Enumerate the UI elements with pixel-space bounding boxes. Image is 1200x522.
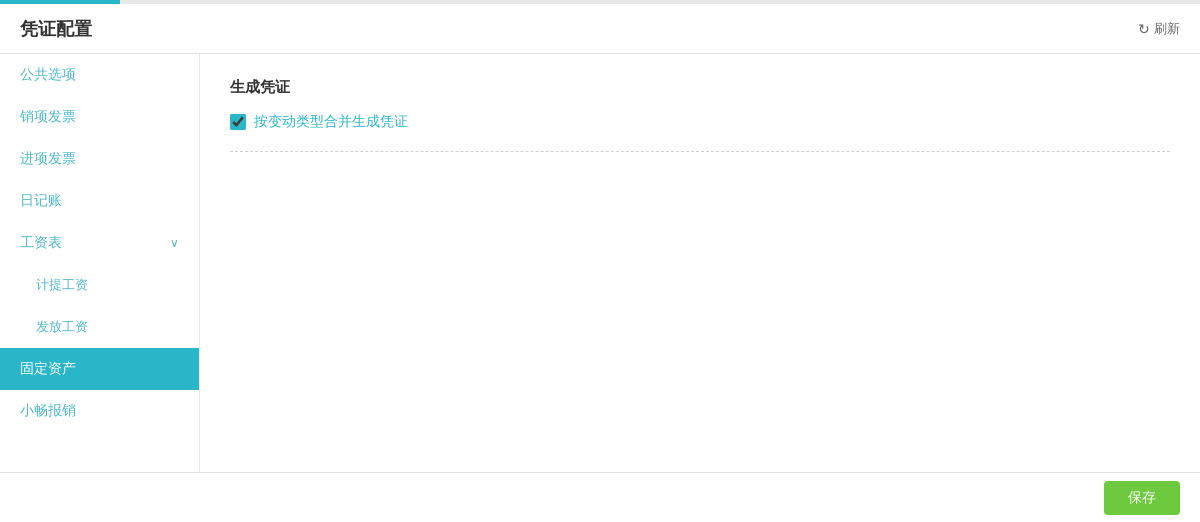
sidebar-item-label: 发放工资 — [36, 318, 88, 336]
sidebar-item-payroll-distribute[interactable]: 发放工资 — [0, 306, 199, 348]
sidebar-item-purchase-invoice[interactable]: 进项发票 — [0, 138, 199, 180]
footer: 保存 — [0, 472, 1200, 522]
page-wrapper: 凭证配置 ↻ 刷新 公共选项 销项发票 进项发票 日记账 工资表 ∨ — [0, 0, 1200, 522]
sidebar-item-label: 公共选项 — [20, 66, 76, 84]
page-title: 凭证配置 — [20, 17, 92, 41]
sidebar-item-fixed-assets[interactable]: 固定资产 — [0, 348, 199, 390]
merge-checkbox[interactable] — [230, 114, 246, 130]
sidebar-item-public-options[interactable]: 公共选项 — [0, 54, 199, 96]
sidebar-item-label: 工资表 — [20, 234, 62, 252]
top-tab-indicator — [0, 0, 120, 4]
sidebar-item-label: 日记账 — [20, 192, 62, 210]
merge-checkbox-label[interactable]: 按变动类型合并生成凭证 — [254, 113, 408, 131]
header: 凭证配置 ↻ 刷新 — [0, 4, 1200, 54]
checkbox-row: 按变动类型合并生成凭证 — [230, 113, 1170, 131]
refresh-label: 刷新 — [1154, 20, 1180, 38]
sidebar: 公共选项 销项发票 进项发票 日记账 工资表 ∨ 计提工资 发放工资 固定资 — [0, 54, 200, 472]
sidebar-item-label: 进项发票 — [20, 150, 76, 168]
refresh-icon: ↻ — [1138, 21, 1150, 37]
section-title: 生成凭证 — [230, 78, 1170, 97]
section-divider — [230, 151, 1170, 152]
sidebar-item-expense-claim[interactable]: 小畅报销 — [0, 390, 199, 432]
refresh-button[interactable]: ↻ 刷新 — [1138, 20, 1180, 38]
chevron-down-icon: ∨ — [170, 236, 179, 250]
save-button[interactable]: 保存 — [1104, 481, 1180, 515]
sidebar-item-label: 计提工资 — [36, 276, 88, 294]
top-tab-bar — [0, 0, 1200, 4]
sidebar-item-payroll-accrual[interactable]: 计提工资 — [0, 264, 199, 306]
sidebar-item-label: 小畅报销 — [20, 402, 76, 420]
sidebar-item-sales-invoice[interactable]: 销项发票 — [0, 96, 199, 138]
body: 公共选项 销项发票 进项发票 日记账 工资表 ∨ 计提工资 发放工资 固定资 — [0, 54, 1200, 472]
sidebar-item-journal[interactable]: 日记账 — [0, 180, 199, 222]
main-content: 生成凭证 按变动类型合并生成凭证 — [200, 54, 1200, 472]
sidebar-item-payroll-table[interactable]: 工资表 ∨ — [0, 222, 199, 264]
sidebar-item-label: 固定资产 — [20, 360, 76, 378]
sidebar-item-label: 销项发票 — [20, 108, 76, 126]
